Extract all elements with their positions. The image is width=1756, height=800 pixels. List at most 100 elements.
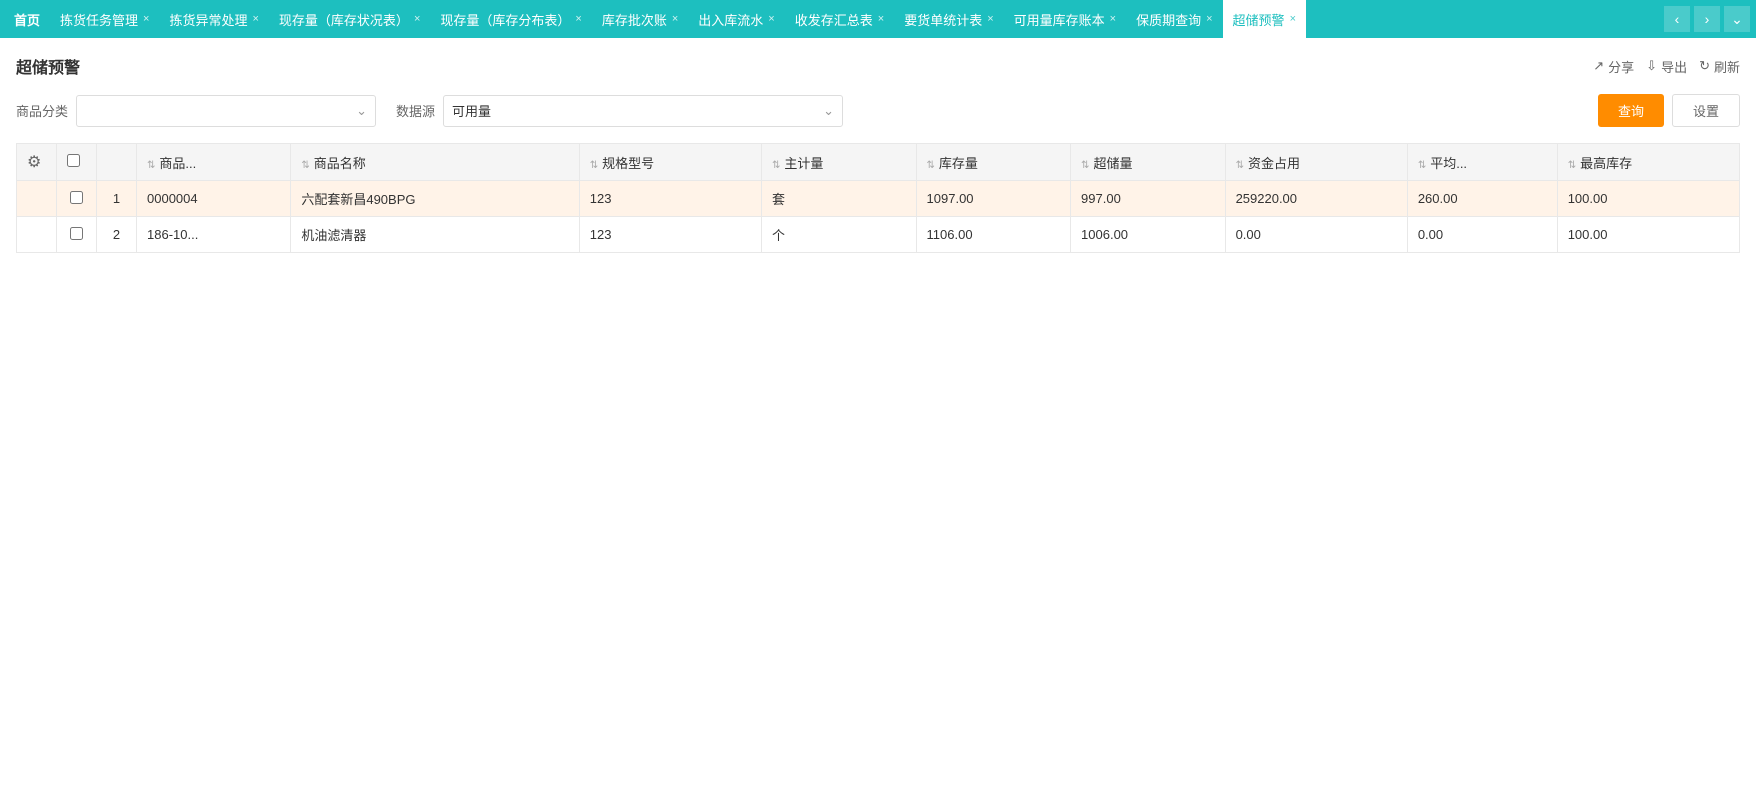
nav-arrows: ‹ › ⌄: [1662, 6, 1752, 32]
row-spec-cell: 123: [579, 181, 761, 217]
close-icon[interactable]: ×: [575, 13, 581, 25]
query-button[interactable]: 查询: [1598, 94, 1664, 127]
refresh-icon: ↻: [1699, 58, 1710, 74]
row-avg-cell: 0.00: [1407, 217, 1557, 253]
sort-icon: ⇅: [1081, 160, 1089, 171]
close-icon[interactable]: ×: [252, 13, 258, 25]
col-header-capital[interactable]: ⇅资金占用: [1225, 144, 1407, 181]
nav-tab-baozhi[interactable]: 保质期查询 ×: [1126, 0, 1222, 38]
sort-icon: ⇅: [772, 160, 780, 171]
row-stock-cell: 1097.00: [916, 181, 1071, 217]
col-header-check: [57, 144, 97, 181]
share-icon: ↗: [1593, 58, 1604, 74]
nav-next-button[interactable]: ›: [1694, 6, 1720, 32]
nav-tab-jianhuorenwu[interactable]: 拣货任务管理 ×: [50, 0, 159, 38]
sort-icon: ⇅: [1236, 160, 1244, 171]
page-container: 超储预警 ↗ 分享 ⇩ 导出 ↻ 刷新 商品分类: [0, 38, 1756, 800]
nav-tab-churuku[interactable]: 出入库流水 ×: [688, 0, 784, 38]
row-checkbox[interactable]: [70, 227, 83, 240]
col-header-product-name[interactable]: ⇅商品名称: [291, 144, 579, 181]
close-icon[interactable]: ×: [414, 13, 420, 25]
row-avg-cell: 260.00: [1407, 181, 1557, 217]
col-header-over-stock[interactable]: ⇅超储量: [1071, 144, 1226, 181]
sort-icon: ⇅: [301, 160, 309, 171]
close-icon[interactable]: ×: [768, 13, 774, 25]
nav-tab-yaohuo[interactable]: 要货单统计表 ×: [894, 0, 1003, 38]
datasource-label: 数据源: [396, 101, 435, 120]
row-spec-cell: 123: [579, 217, 761, 253]
category-filter-group: 商品分类 ⌄: [16, 95, 376, 127]
sort-icon: ⇅: [590, 160, 598, 171]
chevron-down-icon: ⌄: [823, 103, 834, 119]
datasource-select[interactable]: 可用量 ⌄: [443, 95, 843, 127]
nav-tab-chaochuyujing[interactable]: 超储预警 ×: [1223, 0, 1306, 38]
row-num-cell: 1: [97, 181, 137, 217]
category-select[interactable]: ⌄: [76, 95, 376, 127]
col-header-stock[interactable]: ⇅库存量: [916, 144, 1071, 181]
chevron-down-icon: ⌄: [356, 103, 367, 119]
close-icon[interactable]: ×: [1110, 13, 1116, 25]
nav-tab-xiancunliang1[interactable]: 现存量（库存状况表） ×: [269, 0, 430, 38]
table-row: 2 186-10... 机油滤清器 123 个 1106.00 1006.00 …: [17, 217, 1740, 253]
export-button[interactable]: ⇩ 导出: [1646, 57, 1687, 76]
close-icon[interactable]: ×: [143, 13, 149, 25]
row-unit-cell: 个: [762, 217, 917, 253]
row-unit-cell: 套: [762, 181, 917, 217]
row-num-cell: 2: [97, 217, 137, 253]
header-actions: ↗ 分享 ⇩ 导出 ↻ 刷新: [1593, 57, 1740, 76]
sort-icon: ⇅: [1568, 160, 1576, 171]
row-settings-cell: [17, 217, 57, 253]
refresh-button[interactable]: ↻ 刷新: [1699, 57, 1740, 76]
table-header-row: ⚙ ⇅商品... ⇅商品名称 ⇅规格型号: [17, 144, 1740, 181]
close-icon[interactable]: ×: [1206, 13, 1212, 25]
category-label: 商品分类: [16, 101, 68, 120]
row-check-cell: [57, 217, 97, 253]
select-all-checkbox[interactable]: [67, 154, 80, 167]
settings-button[interactable]: 设置: [1672, 94, 1740, 127]
filter-area: 商品分类 ⌄ 数据源 可用量 ⌄ 查询 设置: [16, 94, 1740, 127]
nav-menu-button[interactable]: ⌄: [1724, 6, 1750, 32]
nav-tab-jianhuo-yichang[interactable]: 拣货异常处理 ×: [159, 0, 268, 38]
row-product-name-cell: 机油滤清器: [291, 217, 579, 253]
row-over-stock-cell: 997.00: [1071, 181, 1226, 217]
gear-icon[interactable]: ⚙: [27, 154, 41, 171]
table-row: 1 0000004 六配套新昌490BPG 123 套 1097.00 997.…: [17, 181, 1740, 217]
col-header-avg[interactable]: ⇅平均...: [1407, 144, 1557, 181]
close-icon[interactable]: ×: [672, 13, 678, 25]
filter-actions: 查询 设置: [1598, 94, 1740, 127]
row-checkbox[interactable]: [70, 191, 83, 204]
col-header-spec[interactable]: ⇅规格型号: [579, 144, 761, 181]
row-capital-cell: 259220.00: [1225, 181, 1407, 217]
nav-tab-kucunpici[interactable]: 库存批次账 ×: [592, 0, 688, 38]
nav-tab-keyongliang[interactable]: 可用量库存账本 ×: [1004, 0, 1126, 38]
row-product-code-cell: 186-10...: [137, 217, 291, 253]
row-product-name-cell: 六配套新昌490BPG: [291, 181, 579, 217]
col-header-product-code[interactable]: ⇅商品...: [137, 144, 291, 181]
row-product-code-cell: 0000004: [137, 181, 291, 217]
nav-tab-shoucun[interactable]: 收发存汇总表 ×: [785, 0, 894, 38]
col-header-settings: ⚙: [17, 144, 57, 181]
nav-tab-xiancunliang2[interactable]: 现存量（库存分布表） ×: [430, 0, 591, 38]
col-header-unit[interactable]: ⇅主计量: [762, 144, 917, 181]
sort-icon: ⇅: [147, 160, 155, 171]
data-table: ⚙ ⇅商品... ⇅商品名称 ⇅规格型号: [16, 143, 1740, 253]
sort-icon: ⇅: [1418, 160, 1426, 171]
datasource-filter-group: 数据源 可用量 ⌄: [396, 95, 843, 127]
close-icon[interactable]: ×: [987, 13, 993, 25]
sort-icon: ⇅: [927, 160, 935, 171]
row-max-stock-cell: 100.00: [1557, 217, 1739, 253]
export-icon: ⇩: [1646, 58, 1657, 74]
close-icon[interactable]: ×: [1290, 13, 1296, 25]
share-button[interactable]: ↗ 分享: [1593, 57, 1634, 76]
row-settings-cell: [17, 181, 57, 217]
nav-bar: 首页 拣货任务管理 × 拣货异常处理 × 现存量（库存状况表） × 现存量（库存…: [0, 0, 1756, 38]
close-icon[interactable]: ×: [878, 13, 884, 25]
row-over-stock-cell: 1006.00: [1071, 217, 1226, 253]
row-max-stock-cell: 100.00: [1557, 181, 1739, 217]
nav-prev-button[interactable]: ‹: [1664, 6, 1690, 32]
datasource-select-value: 可用量: [452, 101, 491, 120]
col-header-num: [97, 144, 137, 181]
nav-home[interactable]: 首页: [4, 0, 50, 38]
col-header-max-stock[interactable]: ⇅最高库存: [1557, 144, 1739, 181]
page-title: 超储预警: [16, 54, 80, 78]
